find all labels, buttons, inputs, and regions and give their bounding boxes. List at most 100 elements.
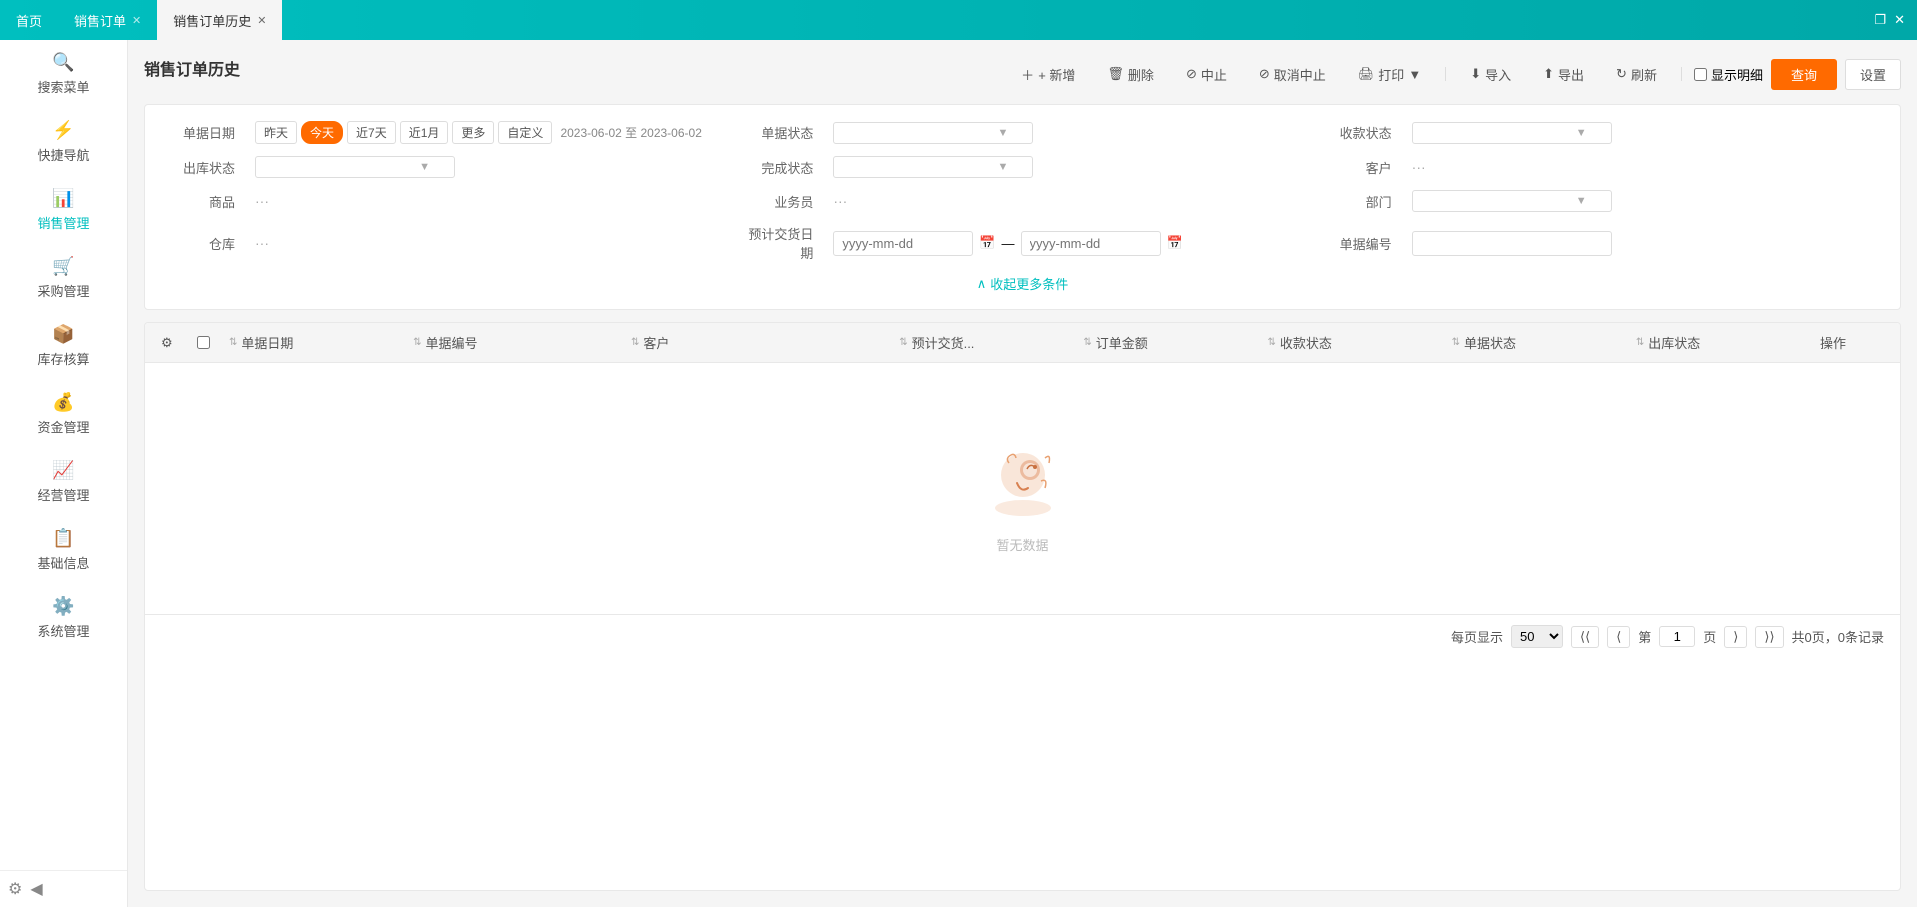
- empty-state: 暂无数据: [145, 363, 1900, 614]
- th-date-label: 单据日期: [241, 333, 293, 352]
- tab-sales-order-history-label: 销售订单历史: [173, 11, 251, 30]
- th-amount[interactable]: ⇅ 订单金额: [1075, 333, 1259, 352]
- salesperson-dots-button[interactable]: ···: [833, 193, 847, 209]
- page-label-before: 第: [1638, 627, 1651, 646]
- sidebar-item-base-info[interactable]: 📋 基础信息: [0, 516, 127, 584]
- sidebar-item-ops[interactable]: 📈 经营管理: [0, 448, 127, 516]
- table-header: ⚙ ⇅ 单据日期 ⇅ 单据编号 ⇅ 客户: [145, 323, 1900, 363]
- select-all-checkbox[interactable]: [197, 336, 210, 349]
- th-delivery[interactable]: ⇅ 预计交货...: [891, 333, 1075, 352]
- show-detail-checkbox[interactable]: [1694, 68, 1707, 81]
- calendar-start-icon[interactable]: 📅: [979, 235, 995, 251]
- gear-icon: ⚙: [161, 335, 173, 351]
- import-button[interactable]: ⬇ 导入: [1458, 60, 1523, 89]
- date-btn-today[interactable]: 今天: [301, 121, 343, 144]
- refresh-button[interactable]: ↻ 刷新: [1604, 60, 1669, 89]
- tab-sales-order-history[interactable]: 销售订单历史 ✕: [157, 0, 282, 40]
- salesperson-field: ···: [833, 193, 1301, 209]
- date-btn-7days[interactable]: 近7天: [347, 121, 396, 144]
- th-payment-status[interactable]: ⇅ 收款状态: [1260, 333, 1444, 352]
- new-button[interactable]: ＋ + 新增: [1009, 60, 1087, 89]
- date-range-text: 2023-06-02 至 2023-06-02: [560, 124, 701, 141]
- sidebar-item-search-menu[interactable]: 🔍 搜索菜单: [0, 40, 127, 108]
- warehouse-dots-button[interactable]: ···: [255, 235, 269, 251]
- bill-no-input[interactable]: [1412, 231, 1612, 256]
- next-page-button[interactable]: ⟩: [1724, 626, 1747, 648]
- delivery-start-input[interactable]: [833, 231, 973, 256]
- per-page-select[interactable]: 50 10 20 100: [1511, 625, 1563, 648]
- th-payment-status-label: 收款状态: [1280, 333, 1332, 352]
- new-icon: ＋: [1021, 65, 1034, 84]
- delivery-end-input[interactable]: [1021, 231, 1161, 256]
- sidebar-item-sales-mgmt[interactable]: 📊 销售管理: [0, 176, 127, 244]
- cancel-stop-button[interactable]: ⊘ 取消中止: [1247, 60, 1338, 89]
- delete-button[interactable]: 🗑 删除: [1095, 60, 1166, 89]
- date-field: 昨天 今天 近7天 近1月 更多 自定义 2023-06-02 至 2023-0…: [255, 121, 723, 144]
- sidebar-item-sales-mgmt-label: 销售管理: [37, 213, 89, 232]
- sidebar: 🔍 搜索菜单 ⚡ 快捷导航 📊 销售管理 🛒 采购管理 📦 库存核算 💰 资金管…: [0, 40, 128, 907]
- collapse-row[interactable]: ∧ 收起更多条件: [165, 274, 1880, 293]
- settings-button[interactable]: 设置: [1845, 59, 1901, 90]
- export-button[interactable]: ⬆ 导出: [1531, 60, 1596, 89]
- print-button[interactable]: 🖨 打印 ▼: [1346, 60, 1433, 89]
- calendar-end-icon[interactable]: 📅: [1167, 235, 1183, 251]
- out-status-chevron-icon: ▼: [419, 161, 430, 173]
- close-window-button[interactable]: ✕: [1894, 12, 1905, 28]
- prev-page-button[interactable]: ⟨: [1607, 626, 1630, 648]
- dept-select[interactable]: ▼: [1412, 190, 1612, 212]
- sidebar-item-inventory[interactable]: 📦 库存核算: [0, 312, 127, 380]
- tab-home[interactable]: 首页: [0, 0, 58, 40]
- content: 销售订单历史 ＋ + 新增 🗑 删除 ⊘ 中止 ⊘: [128, 40, 1917, 907]
- bill-status-select[interactable]: ▼: [833, 122, 1033, 144]
- sidebar-item-purchase-mgmt[interactable]: 🛒 采购管理: [0, 244, 127, 312]
- date-btn-more[interactable]: 更多: [452, 121, 494, 144]
- close-tab-history-icon[interactable]: ✕: [257, 14, 266, 27]
- stop-button[interactable]: ⊘ 中止: [1174, 60, 1239, 89]
- th-date[interactable]: ⇅ 单据日期: [221, 333, 405, 352]
- tab-sales-order[interactable]: 销售订单 ✕: [58, 0, 157, 40]
- date-btn-custom[interactable]: 自定义: [498, 121, 552, 144]
- close-tab-sales-icon[interactable]: ✕: [132, 14, 141, 27]
- goods-dots-button[interactable]: ···: [255, 193, 269, 209]
- empty-text: 暂无数据: [996, 535, 1048, 554]
- customer-dots-button[interactable]: ···: [1412, 159, 1426, 175]
- base-info-icon: 📋: [52, 528, 74, 549]
- sidebar-item-sys-mgmt[interactable]: ⚙️ 系统管理: [0, 584, 127, 652]
- th-out-status[interactable]: ⇅ 出库状态: [1628, 333, 1812, 352]
- content-area: 销售订单历史 ＋ + 新增 🗑 删除 ⊘ 中止 ⊘: [128, 40, 1917, 907]
- sidebar-item-ops-label: 经营管理: [37, 485, 89, 504]
- new-label: + 新增: [1038, 65, 1075, 84]
- sidebar-item-base-info-label: 基础信息: [37, 553, 89, 572]
- payment-status-select[interactable]: ▼: [1412, 122, 1612, 144]
- th-out-status-label: 出库状态: [1648, 333, 1700, 352]
- sort-amount-icon: ⇅: [1083, 337, 1091, 348]
- sidebar-collapse-button[interactable]: ◀: [30, 879, 42, 899]
- filter-card: 单据日期 昨天 今天 近7天 近1月 更多 自定义 2023-06-02 至 2…: [144, 104, 1901, 310]
- topbar-right: ❐ ✕: [1874, 12, 1917, 28]
- th-checkbox[interactable]: [189, 336, 221, 349]
- toolbar-divider2: [1681, 67, 1682, 81]
- import-icon: ⬇: [1470, 66, 1481, 82]
- date-btn-1month[interactable]: 近1月: [400, 121, 449, 144]
- last-page-button[interactable]: ⟩⟩: [1755, 626, 1783, 648]
- complete-status-select[interactable]: ▼: [833, 156, 1033, 178]
- date-btn-yesterday[interactable]: 昨天: [255, 121, 297, 144]
- restore-button[interactable]: ❐: [1874, 12, 1886, 28]
- inventory-icon: 📦: [52, 324, 74, 345]
- th-amount-label: 订单金额: [1096, 333, 1148, 352]
- sidebar-item-finance[interactable]: 💰 资金管理: [0, 380, 127, 448]
- sidebar-settings-button[interactable]: ⚙: [8, 879, 22, 899]
- th-customer[interactable]: ⇅ 客户: [623, 333, 891, 352]
- warehouse-label: 仓库: [165, 234, 235, 253]
- query-button[interactable]: 查询: [1771, 59, 1837, 90]
- th-number[interactable]: ⇅ 单据编号: [405, 333, 623, 352]
- th-settings[interactable]: ⚙: [153, 335, 189, 351]
- date-buttons: 昨天 今天 近7天 近1月 更多 自定义: [255, 121, 552, 144]
- out-status-select[interactable]: ▼: [255, 156, 455, 178]
- th-order-status[interactable]: ⇅ 单据状态: [1444, 333, 1628, 352]
- first-page-button[interactable]: ⟨⟨: [1571, 626, 1599, 648]
- sidebar-item-quick-nav[interactable]: ⚡ 快捷导航: [0, 108, 127, 176]
- customer-label: 客户: [1322, 158, 1392, 177]
- page-input[interactable]: [1659, 626, 1695, 647]
- goods-field: ···: [255, 193, 723, 209]
